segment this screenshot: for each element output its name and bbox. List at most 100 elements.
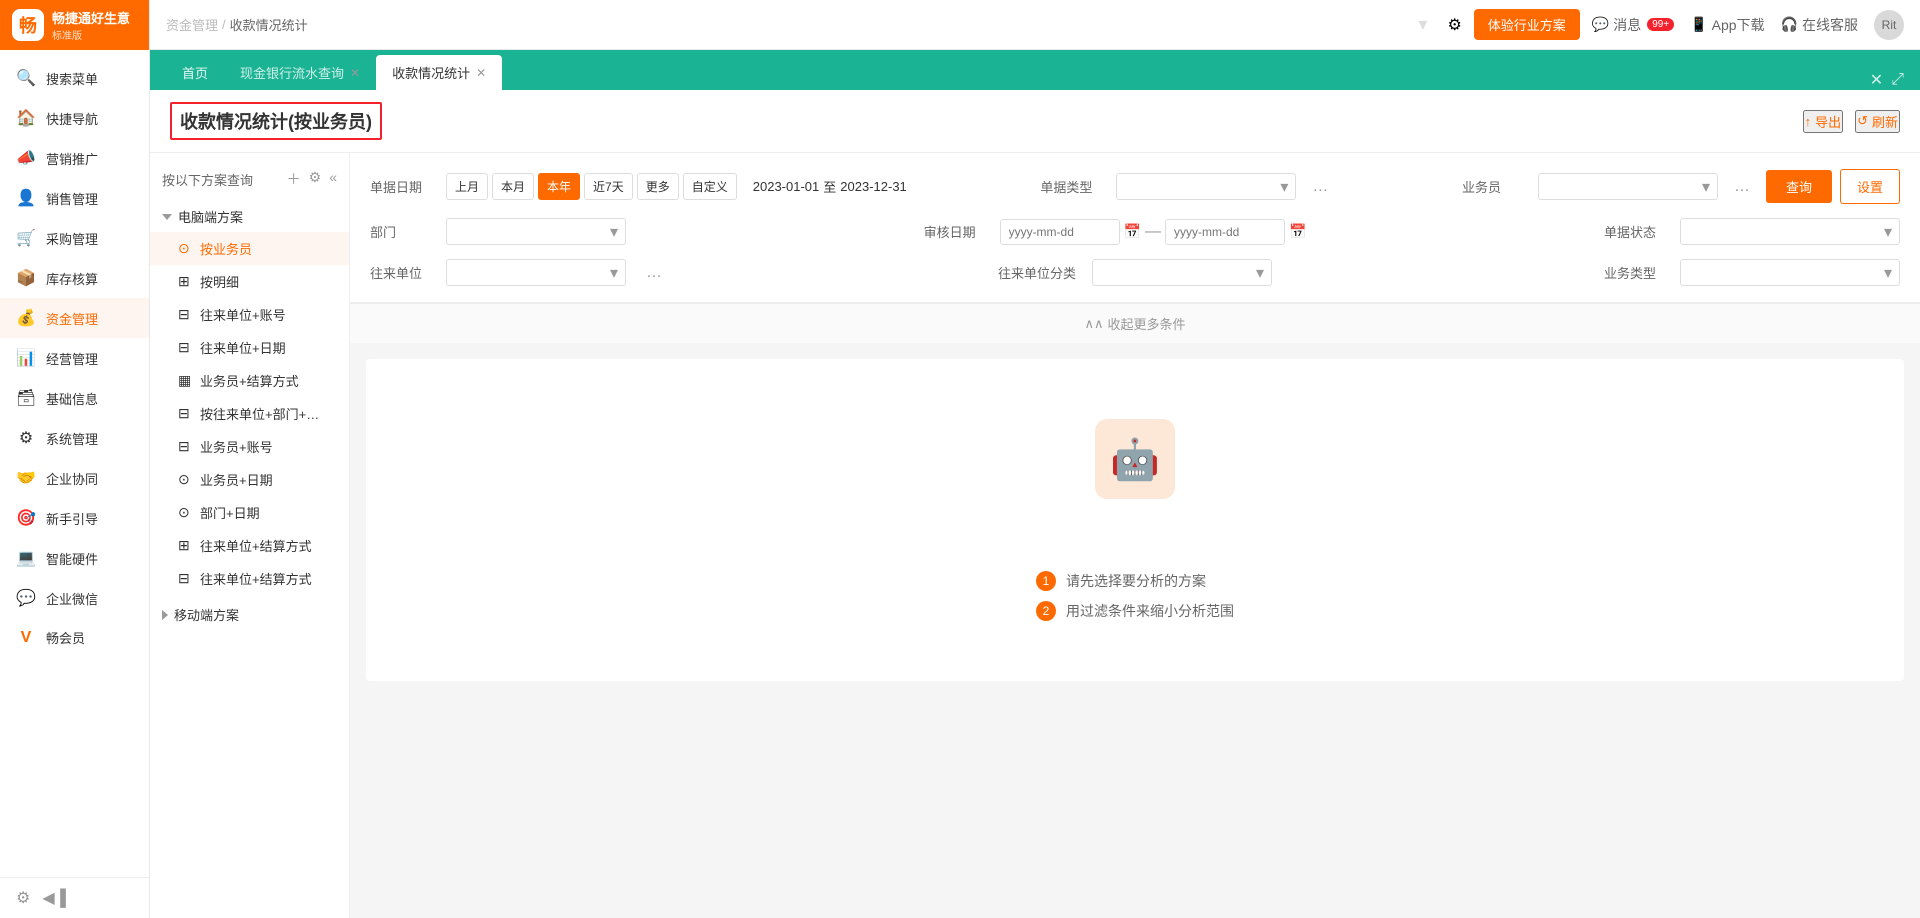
sidebar-item-quick-nav[interactable]: 🏠 快捷导航 — [0, 98, 149, 138]
date-btn-last-7[interactable]: 近7天 — [584, 173, 633, 200]
review-date-to[interactable] — [1165, 219, 1285, 245]
date-from: 2023-01-01 — [753, 179, 820, 194]
date-btn-last-month[interactable]: 上月 — [446, 173, 488, 200]
tree-item-staff-date[interactable]: ⊙ 业务员+日期 — [150, 463, 349, 496]
partner-category-select-wrapper — [1092, 259, 1272, 286]
tab-bank-flow-close[interactable]: ✕ — [350, 66, 360, 80]
settings-scheme-icon[interactable]: ⚙ — [309, 169, 322, 189]
sidebar-item-wechat[interactable]: 💬 企业微信 — [0, 578, 149, 618]
left-panel-header: 按以下方案查询 ＋ ⚙ « — [150, 161, 349, 197]
tab-collection-stats-close[interactable]: ✕ — [476, 66, 486, 80]
tree-item-by-detail[interactable]: ⊞ 按明细 — [150, 265, 349, 298]
step-1-label: 请先选择要分析的方案 — [1066, 571, 1206, 591]
partner-more-icon[interactable]: … — [646, 264, 662, 282]
app-download-btn[interactable]: 📱 App下载 — [1690, 15, 1764, 35]
tab-home-label: 首页 — [182, 63, 208, 82]
tree-item-partner-settle1[interactable]: ⊞ 往来单位+结算方式 — [150, 529, 349, 562]
tree-item-by-staff[interactable]: ⊙ 按业务员 — [150, 232, 349, 265]
sidebar-item-enterprise[interactable]: 🤝 企业协同 — [0, 458, 149, 498]
sidebar-item-label: 智能硬件 — [46, 549, 98, 568]
setting-btn[interactable]: 设置 — [1840, 169, 1900, 204]
tab-bank-flow-label: 现金银行流水查询 — [240, 63, 344, 82]
partner-category-select[interactable] — [1092, 259, 1272, 286]
sidebar-item-system[interactable]: ⚙ 系统管理 — [0, 418, 149, 458]
tab-home[interactable]: 首页 — [166, 55, 224, 90]
voucher-type-select-wrapper — [1116, 173, 1296, 200]
collapse-footer-icon[interactable]: ◀▐ — [42, 888, 66, 908]
tree-section-desktop-header[interactable]: 电脑端方案 — [150, 201, 349, 232]
sidebar-logo: 畅 畅捷通好生意 标准版 — [0, 0, 149, 50]
tab-collection-stats[interactable]: 收款情况统计 ✕ — [376, 55, 502, 90]
sidebar-item-purchase[interactable]: 🛒 采购管理 — [0, 218, 149, 258]
empty-robot-icon: 🤖 — [1075, 419, 1195, 539]
tree-item-partner-date[interactable]: ⊟ 往来单位+日期 — [150, 331, 349, 364]
tab-close-all-icon[interactable]: ✕ — [1870, 70, 1883, 90]
home-nav-icon: 🏠 — [16, 108, 36, 128]
finance-nav-icon: 💰 — [16, 308, 36, 328]
dept-select[interactable] — [446, 218, 626, 245]
calendar-to-icon[interactable]: 📅 — [1289, 223, 1306, 240]
tree-item-partner-account[interactable]: ⊟ 往来单位+账号 — [150, 298, 349, 331]
sidebar-item-operation[interactable]: 📊 经营管理 — [0, 338, 149, 378]
tree-item-partner-dept[interactable]: ⊟ 按往来单位+部门+收... — [150, 397, 349, 430]
date-btn-this-month[interactable]: 本月 — [492, 173, 534, 200]
sidebar-item-label: 销售管理 — [46, 189, 98, 208]
staff-more-icon[interactable]: … — [1734, 178, 1750, 196]
tree-item-label: 按明细 — [200, 272, 239, 291]
service-icon: 🎧 — [1781, 16, 1798, 33]
settings-footer-icon[interactable]: ⚙ — [16, 888, 30, 908]
marketing-nav-icon: 📣 — [16, 148, 36, 168]
tab-maximize-icon[interactable]: ⤢ — [1891, 71, 1904, 89]
sidebar-item-hardware[interactable]: 💻 智能硬件 — [0, 538, 149, 578]
industry-btn[interactable]: 体验行业方案 — [1474, 9, 1580, 40]
voucher-type-more-icon[interactable]: … — [1312, 178, 1328, 196]
staff-select-wrapper — [1538, 173, 1718, 200]
tree-item-partner-settle2[interactable]: ⊟ 往来单位+结算方式 — [150, 562, 349, 595]
sidebar-item-guide[interactable]: 🎯 新手引导 — [0, 498, 149, 538]
sidebar-item-member[interactable]: V 畅会员 — [0, 618, 149, 657]
add-scheme-icon[interactable]: ＋ — [287, 169, 301, 189]
sidebar-item-inventory[interactable]: 📦 库存核算 — [0, 258, 149, 298]
voucher-status-select-wrapper — [1680, 218, 1900, 245]
staff-select[interactable] — [1538, 173, 1718, 200]
sidebar-item-base[interactable]: 🗃 基础信息 — [0, 378, 149, 418]
refresh-btn[interactable]: ↺ 刷新 — [1855, 110, 1900, 133]
tree-item-dept-date[interactable]: ⊙ 部门+日期 — [150, 496, 349, 529]
voucher-status-select[interactable] — [1680, 218, 1900, 245]
tree-item-staff-settlement[interactable]: ▦ 业务员+结算方式 — [150, 364, 349, 397]
guide-nav-icon: 🎯 — [16, 508, 36, 528]
biz-type-select[interactable] — [1680, 259, 1900, 286]
tree-item-staff-account[interactable]: ⊟ 业务员+账号 — [150, 430, 349, 463]
tab-bank-flow[interactable]: 现金银行流水查询 ✕ — [224, 55, 376, 90]
sidebar-item-sales[interactable]: 👤 销售管理 — [0, 178, 149, 218]
biz-type-select-wrapper — [1680, 259, 1900, 286]
refresh-icon: ↺ — [1857, 113, 1868, 129]
tree-section-mobile-header[interactable]: 移动端方案 — [150, 599, 349, 630]
messages-btn[interactable]: 💬 消息 99+ — [1592, 15, 1674, 35]
export-label: 导出 — [1815, 112, 1841, 131]
date-btn-more[interactable]: 更多 — [637, 173, 679, 200]
partner-category-label: 往来单位分类 — [998, 263, 1076, 282]
sidebar-item-search[interactable]: 🔍 搜索菜单 — [0, 58, 149, 98]
gear-icon[interactable]: ⚙ — [1447, 15, 1461, 35]
sidebar-item-label: 企业微信 — [46, 589, 98, 608]
sidebar-item-finance[interactable]: 💰 资金管理 — [0, 298, 149, 338]
export-btn[interactable]: ↑ 导出 — [1803, 110, 1844, 133]
collapse-scheme-icon[interactable]: « — [329, 169, 337, 189]
date-btn-this-year[interactable]: 本年 — [538, 173, 580, 200]
calendar-from-icon[interactable]: 📅 — [1124, 223, 1141, 240]
review-date-from[interactable] — [1000, 219, 1120, 245]
voucher-type-select[interactable] — [1116, 173, 1296, 200]
user-avatar[interactable]: Rit — [1874, 10, 1904, 40]
topbar: 资金管理 / 收款情况统计 ▾ ⚙ 体验行业方案 💬 消息 99+ 📱 App下… — [150, 0, 1920, 50]
query-btn[interactable]: 查询 — [1766, 170, 1832, 203]
tree-item-icon: ⊟ — [178, 306, 194, 323]
partner-select[interactable] — [446, 259, 626, 286]
online-service-btn[interactable]: 🎧 在线客服 — [1781, 15, 1858, 35]
sidebar-item-marketing[interactable]: 📣 营销推广 — [0, 138, 149, 178]
date-btn-custom[interactable]: 自定义 — [683, 173, 737, 200]
collapse-bar[interactable]: ∧∧ 收起更多条件 — [350, 303, 1920, 343]
main-content: 资金管理 / 收款情况统计 ▾ ⚙ 体验行业方案 💬 消息 99+ 📱 App下… — [150, 0, 1920, 918]
app-download-label: App下载 — [1712, 15, 1765, 35]
enterprise-nav-icon: 🤝 — [16, 468, 36, 488]
